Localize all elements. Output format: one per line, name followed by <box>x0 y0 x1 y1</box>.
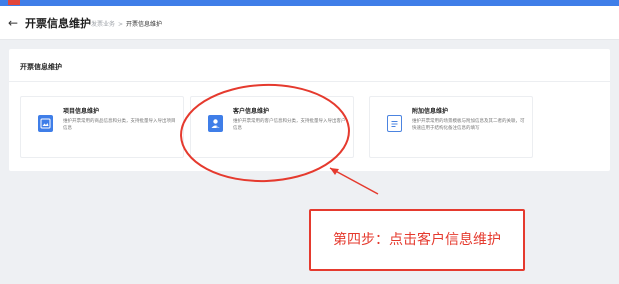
user-card-icon <box>208 115 223 132</box>
breadcrumb: 发票业务 > 开票信息维护 <box>91 21 162 28</box>
card-description: 维护开票常用的客户信息和分类，支持批量导入导出客户信息 <box>233 119 346 131</box>
logo <box>8 0 20 5</box>
image-doc-icon <box>38 115 53 132</box>
card-description: 维护开票常用的场景模板与附加信息及其二者的关联，可快速应用于结构化备注信息的填写 <box>412 119 525 131</box>
additional-info-card[interactable]: 附加信息维护 维护开票常用的场景模板与附加信息及其二者的关联，可快速应用于结构化… <box>369 96 533 158</box>
main-panel: 开票信息维护 项目信息维护 维护开票常用的商品信息和分类，支持批量导入导出项目信… <box>9 49 610 171</box>
card-title: 客户信息维护 <box>233 108 270 115</box>
breadcrumb-separator: > <box>118 21 124 28</box>
breadcrumb-item-invoice-business[interactable]: 发票业务 <box>91 21 115 28</box>
pointer-arrow <box>329 167 379 195</box>
divider <box>9 81 610 82</box>
panel-title: 开票信息维护 <box>20 63 62 71</box>
project-info-card[interactable]: 项目信息维护 维护开票常用的商品信息和分类，支持批量导入导出项目信息 <box>20 96 184 158</box>
document-list-icon <box>387 115 402 132</box>
step-callout: 第四步：点击客户信息维护 <box>309 209 525 271</box>
step-callout-text: 第四步：点击客户信息维护 <box>333 232 501 248</box>
page-header: ← 开票信息维护 发票业务 > 开票信息维护 <box>0 6 619 40</box>
page-title: 开票信息维护 <box>25 17 91 30</box>
customer-info-card[interactable]: 客户信息维护 维护开票常用的客户信息和分类，支持批量导入导出客户信息 <box>190 96 354 158</box>
card-title: 项目信息维护 <box>63 108 100 115</box>
arrow-left-icon[interactable]: ← <box>8 17 18 29</box>
breadcrumb-item-current: 开票信息维护 <box>126 21 163 28</box>
card-description: 维护开票常用的商品信息和分类，支持批量导入导出项目信息 <box>63 119 176 131</box>
card-title: 附加信息维护 <box>412 108 449 115</box>
